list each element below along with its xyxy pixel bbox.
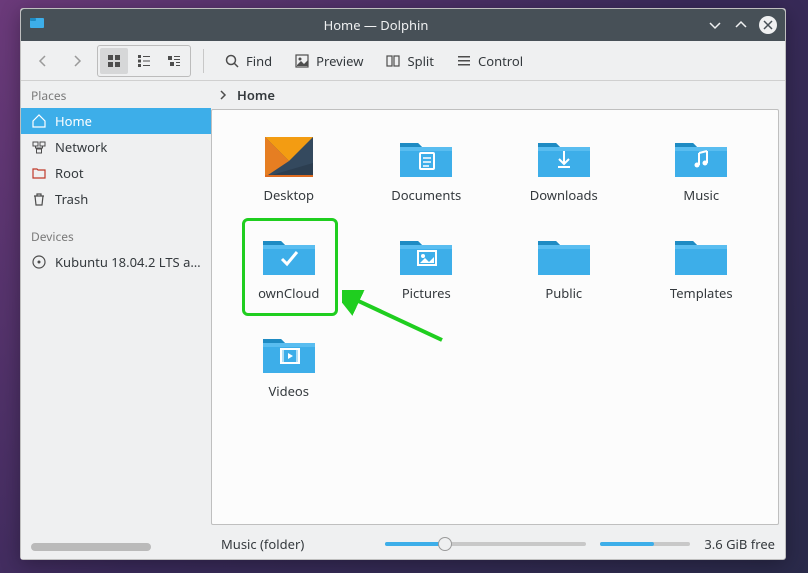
preview-button[interactable]: Preview <box>286 48 371 74</box>
folder-icon <box>532 230 596 280</box>
file-item-owncloud[interactable]: ownCloud <box>220 226 358 324</box>
folder-icon <box>394 230 458 280</box>
file-item-public[interactable]: Public <box>495 226 633 324</box>
network-icon <box>31 139 47 155</box>
folder-icon <box>257 132 321 182</box>
folder-icon <box>31 165 47 181</box>
breadcrumb[interactable]: Home <box>211 81 785 109</box>
sidebar-item-home[interactable]: Home <box>21 108 211 134</box>
icons-view-button[interactable] <box>100 48 128 74</box>
titlebar: Home — Dolphin <box>21 9 785 41</box>
compact-view-button[interactable] <box>130 48 158 74</box>
breadcrumb-current: Home <box>237 86 275 104</box>
sidebar: Places Home Network Root Trash Devices K… <box>21 81 211 559</box>
file-item-pictures[interactable]: Pictures <box>358 226 496 324</box>
split-button[interactable]: Split <box>377 48 442 74</box>
folder-icon <box>257 230 321 280</box>
toolbar-separator <box>203 49 204 73</box>
sidebar-item-root[interactable]: Root <box>21 160 211 186</box>
split-icon <box>385 53 401 69</box>
devices-header: Devices <box>21 222 211 249</box>
control-button[interactable]: Control <box>448 48 531 74</box>
sidebar-item-label: Trash <box>55 190 88 208</box>
sidebar-item-label: Home <box>55 112 92 130</box>
file-label: ownCloud <box>258 284 319 302</box>
file-label: Public <box>545 284 582 302</box>
file-item-downloads[interactable]: Downloads <box>495 128 633 226</box>
sidebar-item-label: Kubuntu 18.04.2 LTS amd <box>55 253 201 271</box>
sidebar-item-label: Network <box>55 138 107 156</box>
zoom-slider[interactable] <box>385 542 586 546</box>
statusbar: Music (folder) 3.6 GiB free <box>211 529 785 559</box>
disk-free-text: 3.6 GiB free <box>704 535 775 553</box>
minimize-button[interactable] <box>707 17 723 33</box>
control-label: Control <box>478 52 523 70</box>
file-label: Videos <box>268 382 309 400</box>
folder-icon <box>532 132 596 182</box>
folder-icon <box>669 230 733 280</box>
sidebar-scrollbar[interactable] <box>31 543 151 551</box>
split-label: Split <box>407 52 434 70</box>
file-label: Downloads <box>530 186 598 204</box>
disk-usage-bar <box>600 542 690 546</box>
dolphin-window: Home — Dolphin Find Preview Split <box>20 8 786 560</box>
file-label: Music <box>683 186 719 204</box>
folder-icon <box>394 132 458 182</box>
file-item-music[interactable]: Music <box>633 128 771 226</box>
sidebar-item-disk[interactable]: Kubuntu 18.04.2 LTS amd <box>21 249 211 275</box>
view-mode-group <box>97 45 191 77</box>
search-icon <box>224 53 240 69</box>
find-button[interactable]: Find <box>216 48 280 74</box>
preview-icon <box>294 53 310 69</box>
disk-icon <box>31 254 47 270</box>
status-text: Music (folder) <box>221 535 371 553</box>
file-label: Templates <box>670 284 733 302</box>
window-controls <box>707 16 777 34</box>
forward-button[interactable] <box>63 48 91 74</box>
file-item-desktop[interactable]: Desktop <box>220 128 358 226</box>
places-header: Places <box>21 81 211 108</box>
close-button[interactable] <box>759 16 777 34</box>
sidebar-item-label: Root <box>55 164 84 182</box>
file-item-templates[interactable]: Templates <box>633 226 771 324</box>
sidebar-item-network[interactable]: Network <box>21 134 211 160</box>
back-button[interactable] <box>29 48 57 74</box>
toolbar: Find Preview Split Control <box>21 41 785 81</box>
file-grid[interactable]: Desktop Documents Downloads Music ownClo… <box>211 109 779 525</box>
file-item-videos[interactable]: Videos <box>220 324 358 422</box>
app-icon <box>29 14 45 36</box>
file-label: Desktop <box>263 186 314 204</box>
details-view-button[interactable] <box>160 48 188 74</box>
main-area: Home Desktop Documents Downloads <box>211 81 785 559</box>
trash-icon <box>31 191 47 207</box>
file-label: Documents <box>391 186 461 204</box>
home-icon <box>31 113 47 129</box>
sidebar-item-trash[interactable]: Trash <box>21 186 211 212</box>
preview-label: Preview <box>316 52 363 70</box>
menu-icon <box>456 53 472 69</box>
file-item-documents[interactable]: Documents <box>358 128 496 226</box>
folder-icon <box>669 132 733 182</box>
folder-icon <box>257 328 321 378</box>
chevron-right-icon <box>217 89 229 101</box>
maximize-button[interactable] <box>733 17 749 33</box>
body: Places Home Network Root Trash Devices K… <box>21 81 785 559</box>
file-label: Pictures <box>402 284 451 302</box>
find-label: Find <box>246 52 272 70</box>
window-title: Home — Dolphin <box>53 16 699 34</box>
